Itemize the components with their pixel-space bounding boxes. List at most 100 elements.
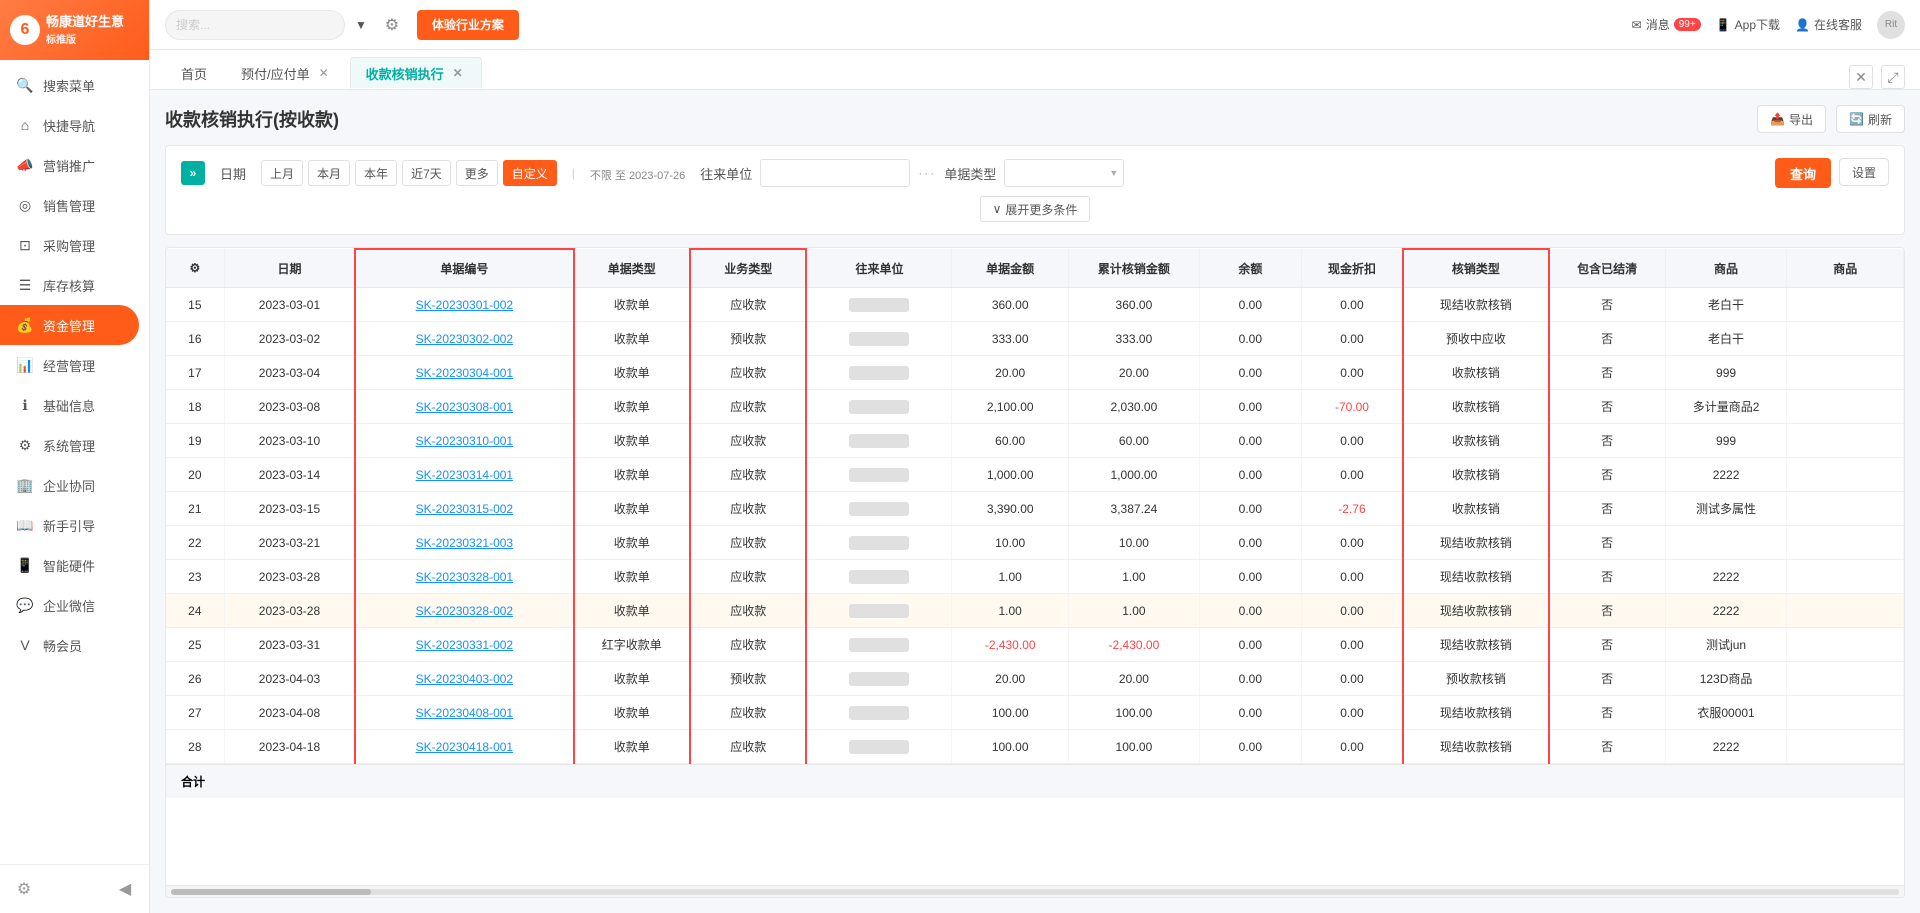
sidebar-item-marketing[interactable]: 📣 营销推广: [0, 145, 149, 185]
cell-doc-type: 收款单: [574, 526, 690, 560]
th-goods2[interactable]: 商品: [1787, 249, 1904, 288]
doc-no-link[interactable]: SK-20230418-001: [416, 740, 513, 754]
doc-no-link[interactable]: SK-20230328-002: [416, 604, 513, 618]
th-balance[interactable]: 余额: [1199, 249, 1301, 288]
doc-no-link[interactable]: SK-20230302-002: [416, 332, 513, 346]
filter-toggle-btn[interactable]: »: [181, 161, 205, 185]
sidebar-item-hardware[interactable]: 📱 智能硬件: [0, 545, 149, 585]
sidebar-item-shortcuts[interactable]: ⌂ 快捷导航: [0, 105, 149, 145]
cell-writeoff-type: 现结收款核销: [1403, 696, 1549, 730]
th-writeoff-type[interactable]: 核销类型: [1403, 249, 1549, 288]
doc-no-link[interactable]: SK-20230301-002: [416, 298, 513, 312]
doc-no-link[interactable]: SK-20230328-001: [416, 570, 513, 584]
th-include-settled[interactable]: 包含已结清: [1549, 249, 1665, 288]
filter-last-7days[interactable]: 近7天: [402, 160, 451, 186]
cell-seq: 28: [166, 730, 224, 764]
th-goods[interactable]: 商品: [1665, 249, 1787, 288]
sidebar-settings-icon[interactable]: ⚙: [10, 875, 38, 903]
export-button[interactable]: 📤 导出: [1757, 105, 1826, 133]
topbar-dropdown[interactable]: ▼: [355, 18, 367, 32]
messages-btn[interactable]: ✉ 消息 99+: [1632, 16, 1701, 33]
cell-goods: 2222: [1665, 730, 1787, 764]
doc-no-link[interactable]: SK-20230331-002: [416, 638, 513, 652]
cell-writeoff: 360.00: [1068, 288, 1199, 322]
sidebar-item-wechat[interactable]: 💬 企业微信: [0, 585, 149, 625]
th-settings[interactable]: ⚙: [166, 249, 224, 288]
filter-this-month[interactable]: 本月: [308, 160, 350, 186]
filter-this-year[interactable]: 本年: [355, 160, 397, 186]
app-download-btn[interactable]: 📱 App下载: [1716, 16, 1780, 33]
doc-no-link[interactable]: SK-20230321-003: [416, 536, 513, 550]
query-button[interactable]: 查询: [1775, 158, 1831, 188]
cell-seq: 24: [166, 594, 224, 628]
th-biz-type[interactable]: 业务类型: [690, 249, 806, 288]
sidebar-item-member[interactable]: V 畅会员: [0, 625, 149, 665]
filter-partner-input[interactable]: [760, 159, 910, 187]
cell-biz-type: 应收款: [690, 628, 806, 662]
tab-collect-close[interactable]: ✕: [450, 65, 466, 81]
th-date[interactable]: 日期: [224, 249, 355, 288]
settings-button[interactable]: 设置: [1839, 158, 1889, 186]
tab-close-all-btn[interactable]: ✕: [1849, 65, 1873, 89]
sidebar-collapse-icon[interactable]: ◀: [111, 875, 139, 903]
online-service-btn[interactable]: 👤 在线客服: [1795, 16, 1862, 33]
sidebar-item-purchase[interactable]: ⊡ 采购管理: [0, 225, 149, 265]
filter-voucher-select[interactable]: [1004, 159, 1124, 187]
cell-balance: 0.00: [1199, 594, 1301, 628]
doc-no-link[interactable]: SK-20230304-001: [416, 366, 513, 380]
th-discount[interactable]: 现金折扣: [1301, 249, 1403, 288]
sidebar-item-guide[interactable]: 📖 新手引导: [0, 505, 149, 545]
expand-more-btn[interactable]: ∨ 展开更多条件: [980, 196, 1091, 222]
cell-goods: 测试jun: [1665, 628, 1787, 662]
sidebar-item-inventory[interactable]: ☰ 库存核算: [0, 265, 149, 305]
scrollbar-thumb: [171, 889, 371, 895]
topbar-gear-icon[interactable]: ⚙: [377, 10, 407, 40]
doc-no-link[interactable]: SK-20230315-002: [416, 502, 513, 516]
th-doc-no[interactable]: 单据编号: [355, 249, 573, 288]
doc-no-link[interactable]: SK-20230408-001: [416, 706, 513, 720]
doc-no-link[interactable]: SK-20230308-001: [416, 400, 513, 414]
horizontal-scrollbar[interactable]: [166, 885, 1904, 897]
cell-biz-type: 应收款: [690, 424, 806, 458]
filter-last-month[interactable]: 上月: [261, 160, 303, 186]
search-placeholder: 搜索...: [176, 16, 210, 33]
tab-collect[interactable]: 收款核销执行 ✕: [350, 57, 482, 89]
tab-expand-btn[interactable]: ⤢: [1881, 65, 1905, 89]
messages-badge: 99+: [1674, 18, 1701, 31]
sidebar-item-enterprise[interactable]: 🏢 企业协同: [0, 465, 149, 505]
cell-date: 2023-03-15: [224, 492, 355, 526]
tab-prepay-close[interactable]: ✕: [316, 65, 332, 81]
cell-seq: 17: [166, 356, 224, 390]
refresh-button[interactable]: 🔄 刷新: [1836, 105, 1905, 133]
solution-button[interactable]: 体验行业方案: [417, 10, 519, 40]
tab-home[interactable]: 首页: [165, 57, 223, 89]
sidebar-item-operations[interactable]: 📊 经营管理: [0, 345, 149, 385]
th-doc-type[interactable]: 单据类型: [574, 249, 690, 288]
cell-seq: 20: [166, 458, 224, 492]
cell-seq: 22: [166, 526, 224, 560]
doc-no-link[interactable]: SK-20230403-002: [416, 672, 513, 686]
cell-doc-no: SK-20230328-001: [355, 560, 573, 594]
doc-no-link[interactable]: SK-20230310-001: [416, 434, 513, 448]
table-scroll[interactable]: ⚙ 日期 单据编号 单据类型 业务类型 往来单位 单据金额 累计核销金额 余额 …: [166, 248, 1904, 885]
filter-more-dates[interactable]: 更多: [456, 160, 498, 186]
doc-no-link[interactable]: SK-20230314-001: [416, 468, 513, 482]
sidebar-item-sales[interactable]: ◎ 销售管理: [0, 185, 149, 225]
sidebar-item-finance[interactable]: 💰 资金管理: [0, 305, 139, 345]
sidebar-item-base[interactable]: ℹ 基础信息: [0, 385, 149, 425]
topbar-search[interactable]: 搜索...: [165, 10, 345, 40]
cell-seq: 27: [166, 696, 224, 730]
cell-biz-type: 应收款: [690, 492, 806, 526]
th-partner[interactable]: 往来单位: [806, 249, 952, 288]
th-amount[interactable]: 单据金额: [952, 249, 1068, 288]
sidebar-item-system[interactable]: ⚙ 系统管理: [0, 425, 149, 465]
cell-amount: 100.00: [952, 696, 1068, 730]
cell-writeoff: -2,430.00: [1068, 628, 1199, 662]
tab-prepay[interactable]: 预付/应付单 ✕: [225, 57, 348, 89]
filter-custom-date[interactable]: 自定义: [503, 160, 557, 186]
cell-discount: 0.00: [1301, 424, 1403, 458]
sidebar-item-search[interactable]: 🔍 搜索菜单: [0, 65, 149, 105]
cell-writeoff-type: 现结收款核销: [1403, 594, 1549, 628]
th-writeoff[interactable]: 累计核销金额: [1068, 249, 1199, 288]
user-avatar[interactable]: Rit: [1877, 11, 1905, 39]
